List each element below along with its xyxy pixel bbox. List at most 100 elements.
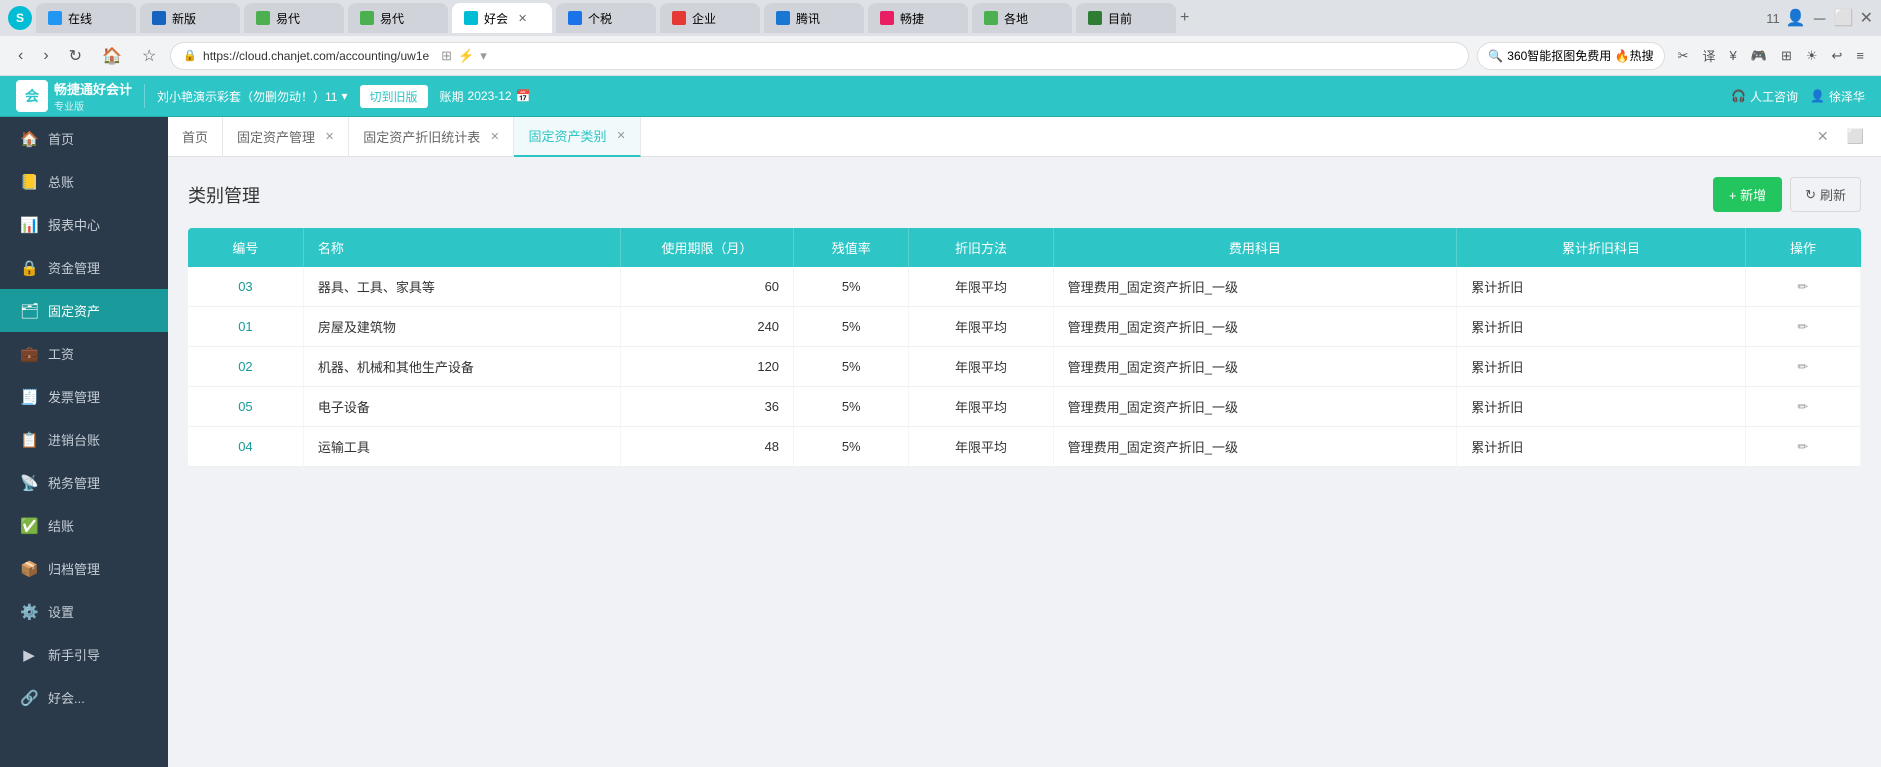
topbar-user-info: 刘小艳演示彩套（勿删勿动！）11 ▾ — [157, 88, 348, 105]
page-tab-bar: 首页 固定资产管理 ✕ 固定资产折旧统计表 ✕ 固定资产类别 ✕ ✕ ⬜ — [168, 117, 1881, 157]
sun-icon[interactable]: ☀ — [1801, 43, 1823, 68]
home-button[interactable]: 🏠 — [96, 42, 128, 70]
brand-logo-text: 会 — [25, 86, 39, 106]
cell-action: ✏ — [1745, 267, 1860, 307]
browser-tab-tengxun[interactable]: 腾讯 — [764, 3, 864, 33]
cell-method: 年限平均 — [909, 307, 1053, 347]
edit-row-button[interactable]: ✏ — [1797, 359, 1808, 375]
sidebar-item-archive[interactable]: 📦 归档管理 — [0, 547, 168, 590]
edit-row-button[interactable]: ✏ — [1797, 399, 1808, 415]
tab-label: 腾讯 — [796, 10, 820, 27]
tab-asset-category[interactable]: 固定资产类别 ✕ — [514, 117, 640, 157]
sidebar-item-invoice[interactable]: 🧾 发票管理 — [0, 375, 168, 418]
cell-id: 02 — [188, 347, 303, 387]
browser-tab-haohui[interactable]: 好会 ✕ — [452, 3, 552, 33]
tab-icon — [568, 11, 582, 25]
cell-period: 36 — [621, 387, 794, 427]
tab-depreciation-stats[interactable]: 固定资产折旧统计表 ✕ — [349, 117, 514, 157]
sidebar-item-closing[interactable]: ✅ 结账 — [0, 504, 168, 547]
user-profile-button[interactable]: 👤 徐泽华 — [1810, 88, 1865, 105]
tab-label: 新版 — [172, 10, 196, 27]
game-icon[interactable]: 🎮 — [1746, 43, 1772, 68]
sidebar-item-guide[interactable]: ▶ 新手引导 — [0, 633, 168, 676]
topbar-divider — [144, 84, 145, 108]
forward-button[interactable]: › — [37, 43, 54, 69]
maximize-icon[interactable]: ⬜ — [1834, 8, 1854, 28]
browser-tab-changjie[interactable]: 畅捷 — [868, 3, 968, 33]
sidebar-item-home[interactable]: 🏠 首页 — [0, 117, 168, 160]
dropdown-icon[interactable]: ▾ — [480, 48, 487, 64]
search-bar[interactable]: 🔍 360智能抠图免费用 🔥热搜 — [1477, 42, 1664, 70]
tab-label-mgmt: 固定资产管理 — [237, 127, 315, 146]
tab-close-mgmt[interactable]: ✕ — [325, 130, 334, 143]
grid-icon[interactable]: ⊞ — [1776, 43, 1797, 68]
minimize-icon[interactable]: － — [1812, 6, 1828, 30]
sidebar-item-settings[interactable]: ⚙️ 设置 — [0, 590, 168, 633]
browser-tab-geshui[interactable]: 个税 — [556, 3, 656, 33]
add-category-button[interactable]: + 新增 — [1713, 177, 1782, 212]
tab-fixed-assets-mgmt[interactable]: 固定资产管理 ✕ — [223, 117, 349, 157]
cell-accum: 累计折旧 — [1457, 267, 1745, 307]
cell-period: 60 — [621, 267, 794, 307]
col-header-id: 编号 — [188, 228, 303, 267]
edit-row-button[interactable]: ✏ — [1797, 319, 1808, 335]
tab-home[interactable]: 首页 — [168, 117, 223, 157]
translate-icon[interactable]: 译 — [1698, 43, 1721, 68]
sidebar-label: 工资 — [48, 344, 74, 363]
back-button[interactable]: ‹ — [12, 43, 29, 69]
browser-tab-zaixin[interactable]: 在线 — [36, 3, 136, 33]
tab-label: 好会 — [484, 10, 508, 27]
sidebar-label: 归档管理 — [48, 559, 100, 578]
cell-residual: 5% — [794, 347, 909, 387]
new-tab-button[interactable]: + — [1180, 9, 1189, 27]
bookmark-button[interactable]: ☆ — [136, 42, 162, 70]
undo-icon[interactable]: ↩ — [1827, 43, 1848, 68]
sidebar-item-more[interactable]: 🔗 好会... — [0, 676, 168, 719]
consult-button[interactable]: 🎧 人工咨询 — [1731, 88, 1798, 105]
wallet-icon[interactable]: ¥ — [1725, 43, 1742, 68]
refresh-icon: ↻ — [1805, 187, 1816, 203]
sidebar-item-tax[interactable]: 📡 税务管理 — [0, 461, 168, 504]
browser-tab-xinban[interactable]: 新版 — [140, 3, 240, 33]
sidebar-item-ledger[interactable]: 📒 总账 — [0, 160, 168, 203]
browser-tab-gedi[interactable]: 各地 — [972, 3, 1072, 33]
close-window-icon[interactable]: ✕ — [1860, 8, 1873, 28]
funds-icon: 🔒 — [20, 259, 38, 277]
col-header-name: 名称 — [303, 228, 620, 267]
app-topbar: 会 畅捷通好会计 专业版 刘小艳演示彩套（勿删勿动！）11 ▾ 切到旧版 账期 … — [0, 76, 1881, 117]
sidebar-item-fixed-assets[interactable]: 🗂 固定资产 — [0, 289, 168, 332]
browser-tab-yidai1[interactable]: 易代 — [244, 3, 344, 33]
sidebar-item-reports[interactable]: 📊 报表中心 — [0, 203, 168, 246]
cell-action: ✏ — [1745, 427, 1860, 467]
tab-close-category[interactable]: ✕ — [617, 129, 626, 142]
tab-icon — [360, 11, 374, 25]
dropdown-arrow[interactable]: ▾ — [341, 89, 347, 103]
sidebar-item-payroll[interactable]: 💼 工资 — [0, 332, 168, 375]
switch-version-button[interactable]: 切到旧版 — [360, 85, 428, 108]
fixed-assets-icon: 🗂 — [20, 302, 38, 320]
sidebar-label: 新手引导 — [48, 645, 100, 664]
tab-close-icon[interactable]: ✕ — [518, 12, 527, 25]
refresh-button[interactable]: ↻ 刷新 — [1790, 177, 1861, 212]
edit-row-button[interactable]: ✏ — [1797, 439, 1808, 455]
address-bar[interactable]: 🔒 https://cloud.chanjet.com/accounting/u… — [170, 42, 1469, 70]
menu-icon[interactable]: ≡ — [1851, 43, 1869, 68]
close-all-tabs-button[interactable]: ✕ — [1812, 126, 1834, 147]
url-text: https://cloud.chanjet.com/accounting/uw1… — [203, 49, 429, 63]
edit-row-button[interactable]: ✏ — [1797, 279, 1808, 295]
sidebar-label: 结账 — [48, 516, 74, 535]
browser-tab-muqian[interactable]: 目前 — [1076, 3, 1176, 33]
period-label: 账期 — [440, 88, 464, 105]
sidebar-label: 进销台账 — [48, 430, 100, 449]
lightning-icon: ⚡ — [458, 48, 474, 64]
browser-tab-yidai2[interactable]: 易代 — [348, 3, 448, 33]
brand-sub: 专业版 — [54, 98, 132, 113]
calendar-icon[interactable]: 📅 — [516, 89, 531, 103]
tab-close-stats[interactable]: ✕ — [490, 130, 499, 143]
expand-tab-button[interactable]: ⬜ — [1842, 126, 1869, 147]
reload-button[interactable]: ↻ — [63, 42, 88, 70]
sidebar-item-funds[interactable]: 🔒 资金管理 — [0, 246, 168, 289]
browser-tab-qiye[interactable]: 企业 — [660, 3, 760, 33]
scissors-icon[interactable]: ✂ — [1673, 43, 1694, 68]
sidebar-item-purchase[interactable]: 📋 进销台账 — [0, 418, 168, 461]
